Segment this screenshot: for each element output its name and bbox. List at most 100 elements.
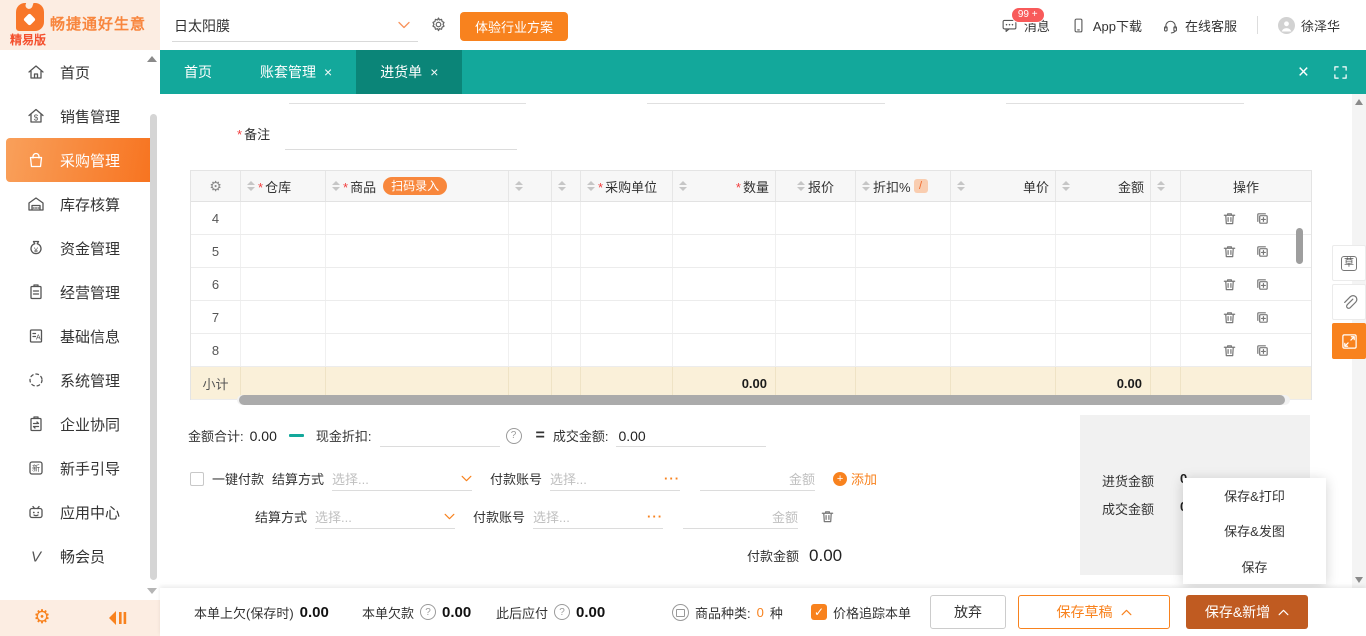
sidebar-item-企业协同[interactable]: 企业协同 bbox=[0, 402, 160, 446]
cell-单价[interactable] bbox=[951, 301, 1056, 333]
copy-row-icon[interactable] bbox=[1255, 343, 1270, 358]
delete-payment-row-icon[interactable] bbox=[820, 509, 835, 524]
sidebar-item-资金管理[interactable]: ¥ 资金管理 bbox=[0, 226, 160, 270]
sidebar-item-新手引导[interactable]: 新 新手引导 bbox=[0, 446, 160, 490]
cell-仓库[interactable] bbox=[241, 202, 326, 234]
cell-blank[interactable] bbox=[1151, 301, 1181, 333]
help-icon[interactable]: ? bbox=[554, 604, 571, 620]
cell-商品[interactable] bbox=[326, 268, 509, 300]
copy-row-icon[interactable] bbox=[1255, 211, 1270, 226]
tab-进货单[interactable]: 进货单 × bbox=[356, 50, 463, 94]
sort-icon[interactable] bbox=[1157, 181, 1165, 191]
cell-blank[interactable] bbox=[509, 202, 552, 234]
scroll-up-icon[interactable] bbox=[1355, 99, 1363, 105]
grid-vertical-scrollbar[interactable] bbox=[1296, 228, 1303, 264]
cell-折扣%[interactable] bbox=[856, 301, 951, 333]
cell-商品[interactable] bbox=[326, 334, 509, 366]
delete-row-icon[interactable] bbox=[1222, 343, 1237, 358]
save-and-new-button[interactable]: 保存&新增 bbox=[1186, 595, 1308, 629]
cell-数量[interactable] bbox=[673, 268, 776, 300]
cell-折扣%[interactable] bbox=[856, 334, 951, 366]
sidebar-item-销售管理[interactable]: $ 销售管理 bbox=[0, 94, 160, 138]
help-icon[interactable]: ? bbox=[420, 604, 437, 620]
delete-row-icon[interactable] bbox=[1222, 310, 1237, 325]
cell-仓库[interactable] bbox=[241, 334, 326, 366]
sort-icon[interactable] bbox=[679, 181, 687, 191]
cell-blank[interactable] bbox=[1151, 202, 1181, 234]
attachment-tool-button[interactable] bbox=[1332, 284, 1366, 320]
cell-数量[interactable] bbox=[673, 301, 776, 333]
cell-商品[interactable] bbox=[326, 301, 509, 333]
copy-row-icon[interactable] bbox=[1255, 310, 1270, 325]
cell-blank[interactable] bbox=[552, 202, 581, 234]
scan-input-button[interactable]: 扫码录入 bbox=[383, 177, 448, 195]
sort-icon[interactable] bbox=[796, 181, 805, 191]
cell-blank[interactable] bbox=[509, 334, 552, 366]
sort-icon[interactable] bbox=[247, 181, 255, 191]
settle-method-select[interactable]: 选择... bbox=[315, 504, 456, 529]
form-field-underline[interactable] bbox=[647, 103, 885, 104]
scroll-down-icon[interactable] bbox=[1355, 577, 1363, 583]
cell-报价[interactable] bbox=[776, 301, 856, 333]
sidebar-scrollbar[interactable] bbox=[150, 114, 157, 580]
cell-blank[interactable] bbox=[509, 301, 552, 333]
help-icon[interactable]: ? bbox=[505, 427, 522, 444]
cell-采购单位[interactable] bbox=[581, 235, 673, 267]
cell-采购单位[interactable] bbox=[581, 334, 673, 366]
app-download-button[interactable]: App下载 bbox=[1070, 16, 1142, 35]
sort-icon[interactable] bbox=[1062, 181, 1070, 191]
copy-row-icon[interactable] bbox=[1255, 277, 1270, 292]
pay-account-select[interactable]: 选择... ··· bbox=[550, 466, 681, 491]
sidebar-scroll-up-icon[interactable] bbox=[147, 56, 157, 62]
price-track-checkbox[interactable]: ✓ bbox=[811, 604, 827, 620]
delete-row-icon[interactable] bbox=[1222, 244, 1237, 259]
remark-input[interactable] bbox=[285, 149, 517, 150]
cell-数量[interactable] bbox=[673, 235, 776, 267]
sort-icon[interactable] bbox=[862, 181, 870, 191]
cell-数量[interactable] bbox=[673, 202, 776, 234]
column-settings-icon[interactable]: ⚙ bbox=[209, 178, 222, 195]
cell-单价[interactable] bbox=[951, 334, 1056, 366]
pay-amount-input[interactable]: 金额 bbox=[700, 466, 816, 491]
cell-blank[interactable] bbox=[509, 268, 552, 300]
cell-blank[interactable] bbox=[1151, 268, 1181, 300]
cell-数量[interactable] bbox=[673, 334, 776, 366]
close-tab-icon[interactable]: × bbox=[430, 64, 438, 80]
tab-账套管理[interactable]: 账套管理 × bbox=[236, 50, 356, 94]
cell-金额[interactable] bbox=[1056, 202, 1151, 234]
cell-报价[interactable] bbox=[776, 268, 856, 300]
form-field-underline[interactable] bbox=[289, 103, 526, 104]
sidebar-item-库存核算[interactable]: 库存核算 bbox=[0, 182, 160, 226]
pay-account-select[interactable]: 选择... ··· bbox=[533, 504, 664, 529]
add-payment-row-button[interactable]: + 添加 bbox=[833, 469, 877, 488]
sort-icon[interactable] bbox=[558, 181, 566, 191]
sidebar-item-采购管理[interactable]: 采购管理 bbox=[6, 138, 154, 182]
cell-采购单位[interactable] bbox=[581, 268, 673, 300]
cell-金额[interactable] bbox=[1056, 268, 1151, 300]
edit-discount-icon[interactable]: / bbox=[913, 179, 928, 193]
cell-采购单位[interactable] bbox=[581, 202, 673, 234]
save-menu-item-保存[interactable]: 保存 bbox=[1183, 550, 1326, 583]
account-select[interactable]: 日太阳膜 bbox=[174, 16, 230, 36]
sidebar-item-畅会员[interactable]: V 畅会员 bbox=[0, 534, 160, 578]
pay-amount-input[interactable]: 金额 bbox=[683, 504, 799, 529]
sidebar-scroll-down-icon[interactable] bbox=[147, 588, 157, 594]
cell-单价[interactable] bbox=[951, 235, 1056, 267]
draft-tool-button[interactable]: 草 bbox=[1332, 245, 1366, 281]
one-click-pay-checkbox[interactable] bbox=[190, 471, 204, 486]
save-draft-button[interactable]: 保存草稿 bbox=[1018, 595, 1170, 629]
chevron-down-icon[interactable] bbox=[398, 21, 410, 29]
cell-报价[interactable] bbox=[776, 202, 856, 234]
cell-采购单位[interactable] bbox=[581, 301, 673, 333]
cell-商品[interactable] bbox=[326, 235, 509, 267]
tab-首页[interactable]: 首页 bbox=[160, 50, 236, 94]
cell-金额[interactable] bbox=[1056, 235, 1151, 267]
expand-tool-button[interactable] bbox=[1332, 323, 1366, 359]
close-tab-icon[interactable]: × bbox=[324, 64, 332, 80]
cell-仓库[interactable] bbox=[241, 268, 326, 300]
discard-button[interactable]: 放弃 bbox=[930, 595, 1006, 629]
gear-icon[interactable] bbox=[429, 15, 448, 34]
sidebar-item-应用中心[interactable]: 应用中心 bbox=[0, 490, 160, 534]
cell-blank[interactable] bbox=[552, 235, 581, 267]
cell-折扣%[interactable] bbox=[856, 268, 951, 300]
